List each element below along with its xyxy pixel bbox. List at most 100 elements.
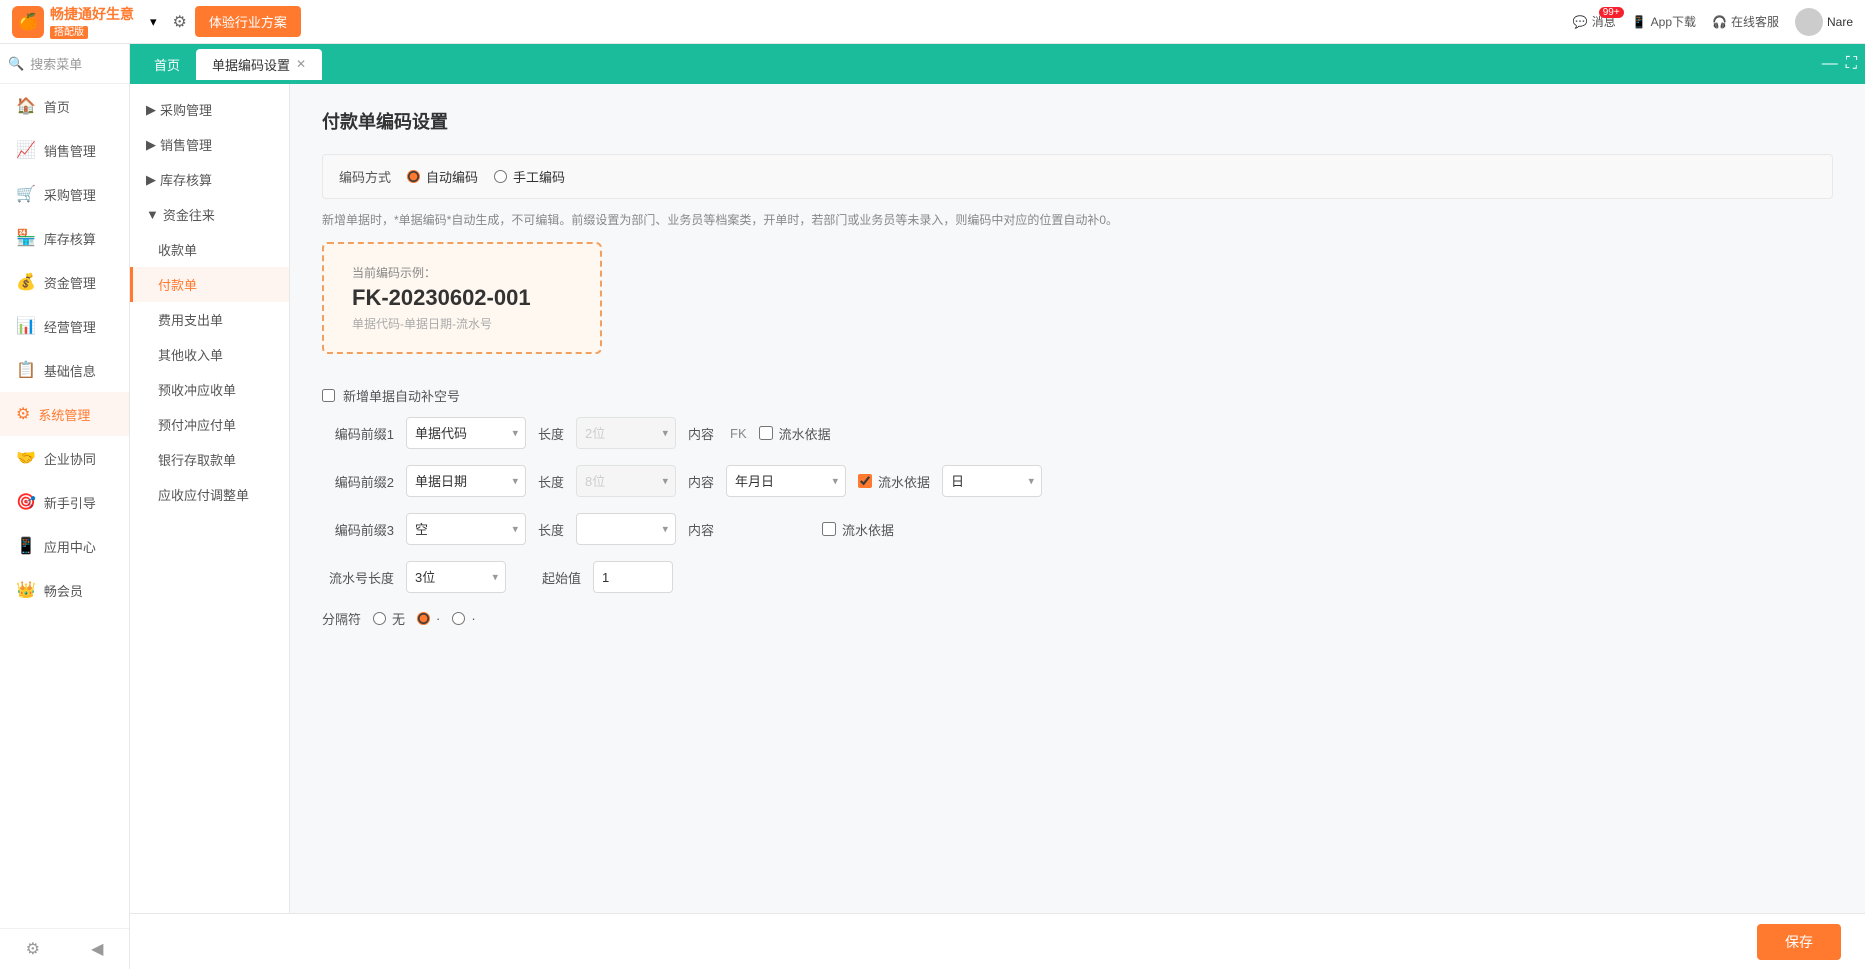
save-button[interactable]: 保存 xyxy=(1757,924,1841,960)
tab-close-icon[interactable]: ✕ xyxy=(296,57,306,71)
separator-dot2-radio[interactable] xyxy=(452,612,465,625)
waterflow-checkbox-1[interactable] xyxy=(759,426,773,440)
sidebar-settings-btn[interactable]: ⚙ xyxy=(26,939,40,959)
sidebar-item-sales[interactable]: 📈 销售管理 xyxy=(0,128,129,172)
content-value-1: FK xyxy=(730,426,747,441)
tab-minimize-btn[interactable]: — xyxy=(1822,55,1838,73)
sidebar-item-operations[interactable]: 📊 经营管理 xyxy=(0,304,129,348)
tab-bar: 首页 单据编码设置 ✕ — ⛶ xyxy=(130,44,1865,84)
granularity-select[interactable]: 日 xyxy=(942,465,1042,497)
manual-encode-option[interactable]: 手工编码 xyxy=(494,167,565,186)
submenu-item-prepay-payable[interactable]: 预付冲应付单 xyxy=(130,407,289,442)
logo-main-text: 畅捷通好生意 xyxy=(50,6,134,22)
app-download-button[interactable]: 📱 App下载 xyxy=(1632,13,1696,30)
sidebar-label-purchase: 采购管理 xyxy=(44,185,96,204)
sidebar-item-finance[interactable]: 💰 资金管理 xyxy=(0,260,129,304)
sales-icon: 📈 xyxy=(16,140,36,160)
prefix-select-2[interactable]: 单据日期 xyxy=(406,465,526,497)
submenu-item-label-payment: 付款单 xyxy=(158,278,197,293)
sidebar-bottom: ⚙ ◀ xyxy=(0,928,129,969)
submenu-item-prepay-receivable[interactable]: 预收冲应收单 xyxy=(130,372,289,407)
separator-none-radio[interactable] xyxy=(373,612,386,625)
message-button[interactable]: 💬 消息 99+ xyxy=(1573,13,1616,30)
sidebar-item-guide[interactable]: 🎯 新手引导 xyxy=(0,480,129,524)
submenu-group-finance: ▼ 资金往来 收款单 付款单 费用支出单 其他收入单 xyxy=(130,197,289,512)
prefix-select-3[interactable]: 空 xyxy=(406,513,526,545)
separator-dot2-option[interactable]: · xyxy=(452,611,475,626)
submenu-item-other-income[interactable]: 其他收入单 xyxy=(130,337,289,372)
gear-button[interactable]: ⚙ xyxy=(173,12,187,32)
granularity-select-wrapper: 日 xyxy=(942,465,1042,497)
manual-encode-label: 手工编码 xyxy=(513,167,565,186)
sidebar-label-home: 首页 xyxy=(44,97,70,116)
sidebar-item-home[interactable]: 🏠 首页 xyxy=(0,84,129,128)
waterflow-checkbox-2[interactable] xyxy=(858,474,872,488)
member-icon: 👑 xyxy=(16,580,36,600)
online-service-button[interactable]: 🎧 在线客服 xyxy=(1712,13,1779,30)
length-label-1: 长度 xyxy=(538,424,564,443)
sidebar-collapse-btn[interactable]: ◀ xyxy=(91,939,103,959)
separator-dot-radio[interactable] xyxy=(417,612,430,625)
arrow-icon: ▶ xyxy=(146,102,156,118)
auto-fill-label: 新增单据自动补空号 xyxy=(343,386,460,405)
submenu-header-inventory[interactable]: ▶ 库存核算 xyxy=(130,162,289,197)
auto-encode-option[interactable]: 自动编码 xyxy=(407,167,478,186)
auto-fill-row: 新增单据自动补空号 xyxy=(322,386,1833,405)
tab-home[interactable]: 首页 xyxy=(138,49,196,80)
sidebar-item-enterprise[interactable]: 🤝 企业协同 xyxy=(0,436,129,480)
arrow-icon-inventory: ▶ xyxy=(146,172,156,188)
submenu-header-sales[interactable]: ▶ 销售管理 xyxy=(130,127,289,162)
submenu-header-finance[interactable]: ▼ 资金往来 xyxy=(130,197,289,232)
submenu-header-purchase[interactable]: ▶ 采购管理 xyxy=(130,92,289,127)
sidebar-item-inventory[interactable]: 🏪 库存核算 xyxy=(0,216,129,260)
auto-fill-checkbox[interactable] xyxy=(322,389,335,402)
sidebar-item-member[interactable]: 👑 畅会员 xyxy=(0,568,129,612)
submenu-item-expense[interactable]: 费用支出单 xyxy=(130,302,289,337)
tab-expand-btn[interactable]: ⛶ xyxy=(1846,55,1857,73)
waterflow-checkbox-3[interactable] xyxy=(822,522,836,536)
sidebar-item-basic[interactable]: 📋 基础信息 xyxy=(0,348,129,392)
manual-encode-radio[interactable] xyxy=(494,170,507,183)
tab-encoding-settings[interactable]: 单据编码设置 ✕ xyxy=(196,49,322,80)
submenu-item-receipt[interactable]: 收款单 xyxy=(130,232,289,267)
submenu-item-payment[interactable]: 付款单 xyxy=(130,267,289,302)
length-select-wrapper-1: 2位 xyxy=(576,417,676,449)
sidebar-item-apps[interactable]: 📱 应用中心 xyxy=(0,524,129,568)
sidebar-item-system[interactable]: ⚙ 系统管理 xyxy=(0,392,129,436)
dropdown-button[interactable]: ▾ xyxy=(142,10,165,34)
length-select-3[interactable] xyxy=(576,513,676,545)
submenu-item-bank[interactable]: 银行存取款单 xyxy=(130,442,289,477)
tab-home-label: 首页 xyxy=(154,55,180,74)
prefix-label-1: 编码前缀1 xyxy=(322,424,394,443)
search-label: 搜索菜单 xyxy=(30,54,82,73)
submenu-label-sales: 销售管理 xyxy=(160,135,212,154)
logo-icon: 🍊 xyxy=(12,6,44,38)
guide-icon: 🎯 xyxy=(16,492,36,512)
tab-actions: — ⛶ xyxy=(1822,55,1857,73)
separator-dot-option[interactable]: · xyxy=(417,611,440,626)
separator-dot-label: · xyxy=(436,611,440,626)
logo-text: 畅捷通好生意 搭配版 xyxy=(50,5,134,39)
separator-none-option[interactable]: 无 xyxy=(373,609,405,628)
sidebar-search[interactable]: 🔍 搜索菜单 xyxy=(0,44,129,84)
tab-encoding-label: 单据编码设置 xyxy=(212,55,290,74)
industry-button[interactable]: 体验行业方案 xyxy=(195,6,301,37)
prefix-select-1[interactable]: 单据代码 xyxy=(406,417,526,449)
submenu-item-adjustment[interactable]: 应收应付调整单 xyxy=(130,477,289,512)
sidebar-item-purchase[interactable]: 🛒 采购管理 xyxy=(0,172,129,216)
user-area[interactable]: Nare xyxy=(1795,8,1853,36)
content-select-2[interactable]: 年月日 xyxy=(726,465,846,497)
auto-encode-radio[interactable] xyxy=(407,170,420,183)
serial-length-select[interactable]: 3位 xyxy=(406,561,506,593)
waterflow-1: 流水依据 xyxy=(759,424,831,443)
submenu-label-inventory: 库存核算 xyxy=(160,170,212,189)
service-label: 在线客服 xyxy=(1731,13,1779,30)
start-value-input[interactable] xyxy=(593,561,673,593)
sidebar-label-inventory: 库存核算 xyxy=(44,229,96,248)
separator-dot2-label: · xyxy=(471,611,475,626)
content-label-2: 内容 xyxy=(688,472,714,491)
top-bar-left: 🍊 畅捷通好生意 搭配版 ▾ ⚙ 体验行业方案 xyxy=(12,5,301,39)
start-value-label: 起始值 xyxy=(542,568,581,587)
auto-encode-label: 自动编码 xyxy=(426,167,478,186)
page-title: 付款单编码设置 xyxy=(322,108,1833,134)
